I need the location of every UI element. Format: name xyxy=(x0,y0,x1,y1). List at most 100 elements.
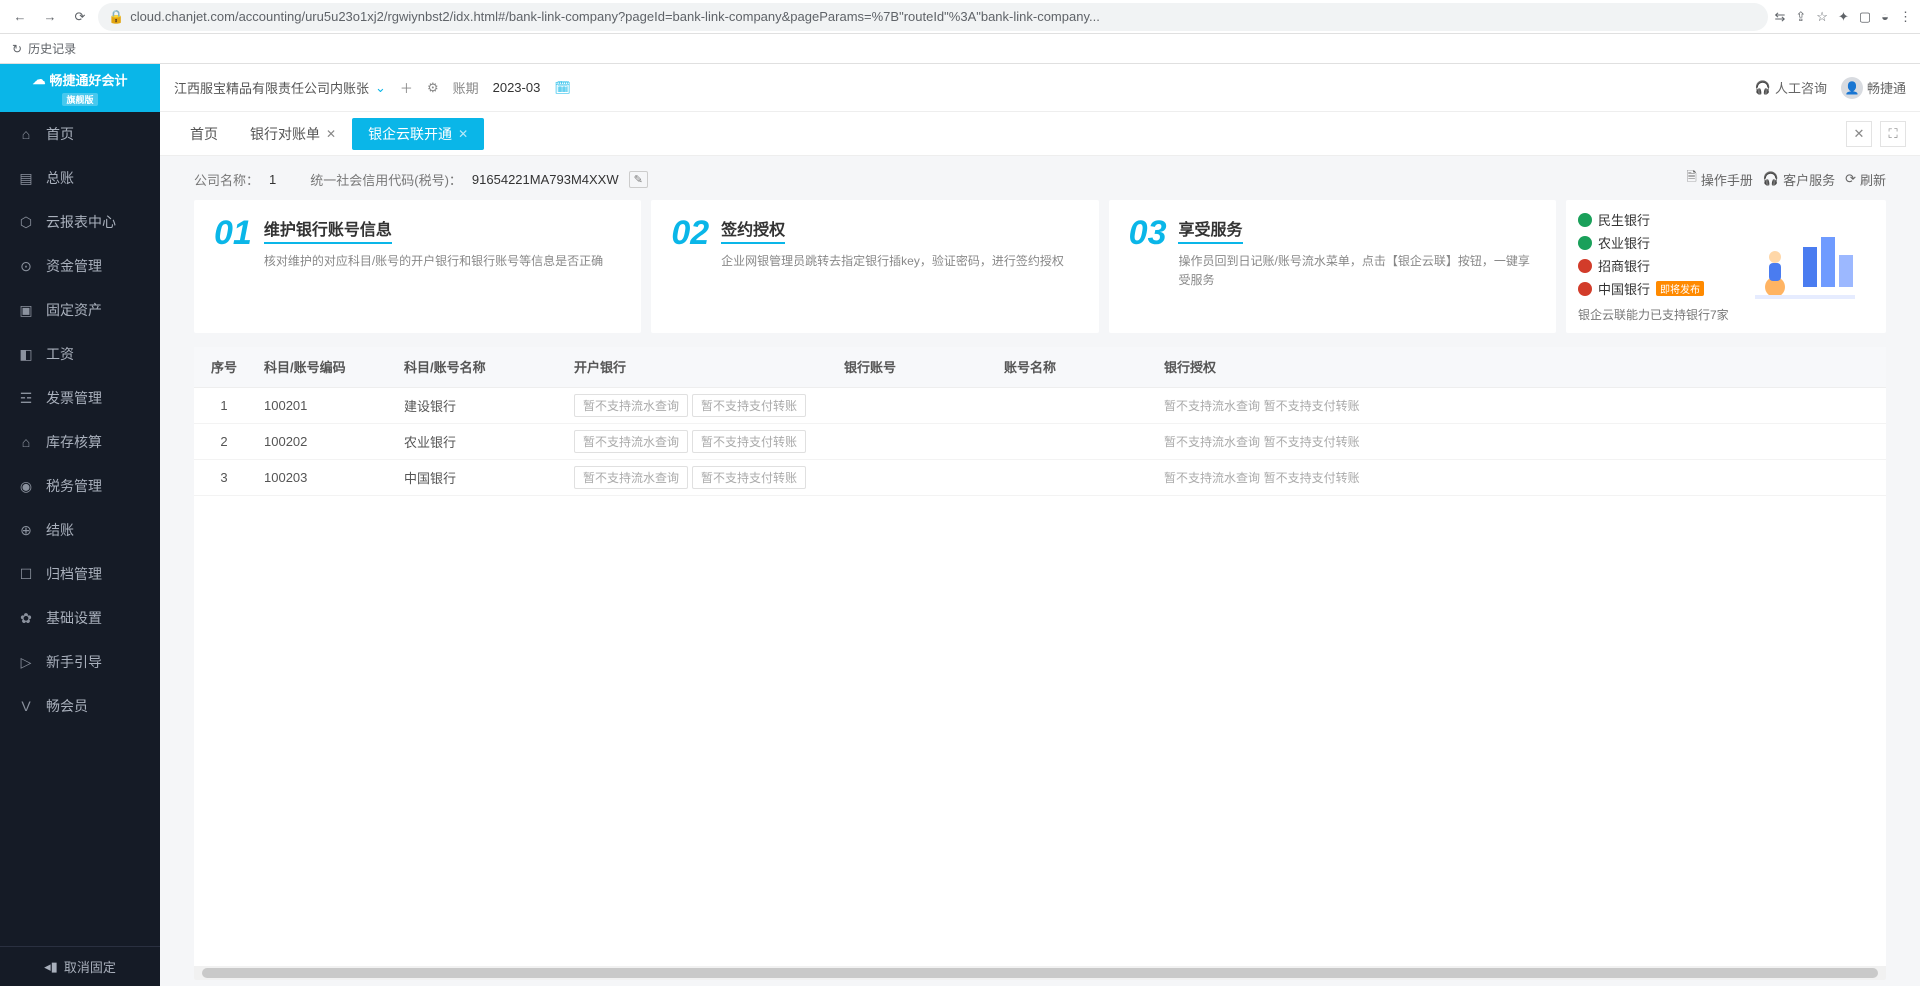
menu-icon: ◉ xyxy=(18,478,34,495)
cell-name: 中国银行 xyxy=(394,460,564,496)
calendar-icon[interactable]: 🗓 xyxy=(554,80,571,96)
bank-name: 招商银行 xyxy=(1598,256,1650,275)
sidebar-unpin[interactable]: ◂▮ 取消固定 xyxy=(0,946,160,986)
page-tabs: 首页银行对账单✕银企云联开通✕ ✕ ⛶ xyxy=(160,112,1920,156)
menu-icon[interactable]: ⋮ xyxy=(1899,9,1912,25)
logo-title: 畅捷通好会计 xyxy=(49,70,127,89)
cell-index: 2 xyxy=(194,424,254,460)
cell-account xyxy=(834,424,994,460)
translate-icon[interactable]: ⇆ xyxy=(1774,9,1785,25)
cell-code: 100201 xyxy=(254,388,394,424)
tab[interactable]: 首页 xyxy=(174,118,234,150)
cell-bank: 暂不支持流水查询暂不支持支付转账 xyxy=(564,388,834,424)
sidebar-item[interactable]: ◧工资 xyxy=(0,332,160,376)
tab-close[interactable]: ✕ xyxy=(458,127,468,141)
step-number: 01 xyxy=(214,216,252,317)
cell-auth: 暂不支持流水查询 暂不支持支付转账 xyxy=(1154,388,1886,424)
menu-icon: ☲ xyxy=(18,390,34,407)
service-icon: 🎧 xyxy=(1763,171,1779,187)
cell-name: 农业银行 xyxy=(394,424,564,460)
cell-index: 3 xyxy=(194,460,254,496)
tab-close[interactable]: ✕ xyxy=(326,127,336,141)
menu-icon: ◧ xyxy=(18,346,34,363)
menu-label: 库存核算 xyxy=(46,432,102,452)
panel-icon[interactable]: ▢ xyxy=(1859,9,1871,25)
credit-value: 91654221MA793M4XXW xyxy=(472,172,619,187)
bank-row: 民生银行 xyxy=(1578,210,1729,229)
sidebar-item[interactable]: ⌂首页 xyxy=(0,112,160,156)
doc-icon: 🗎 xyxy=(1686,168,1696,190)
history-icon[interactable]: ↻ xyxy=(12,42,22,56)
extensions-icon[interactable]: ✦ xyxy=(1838,9,1849,25)
fullscreen-toggle[interactable]: ⛶ xyxy=(1880,121,1906,147)
cell-auth: 暂不支持流水查询 暂不支持支付转账 xyxy=(1154,460,1886,496)
bank-icon xyxy=(1578,282,1592,296)
sidebar-menu: ⌂首页▤总账⬡云报表中心⊙资金管理▣固定资产◧工资☲发票管理⌂库存核算◉税务管理… xyxy=(0,112,160,946)
service-link[interactable]: 🎧 客户服务 xyxy=(1763,170,1835,189)
horizontal-scrollbar[interactable] xyxy=(194,966,1886,980)
bank-icon xyxy=(1578,213,1592,227)
user-menu[interactable]: 👤 畅捷通 xyxy=(1841,77,1906,99)
edit-credit-button[interactable]: ✎ xyxy=(629,171,648,188)
address-bar[interactable]: 🔒 cloud.chanjet.com/accounting/uru5u23o1… xyxy=(98,3,1768,31)
add-button[interactable]: ＋ xyxy=(400,78,413,97)
period-label: 账期 xyxy=(453,78,479,97)
app-logo[interactable]: ☁ 畅捷通好会计 旗舰版 xyxy=(0,64,160,112)
menu-label: 新手引导 xyxy=(46,652,102,672)
browser-actions: ⇆ ⇪ ☆ ✦ ▢ ◒ ⋮ xyxy=(1774,9,1912,25)
support-link[interactable]: 🎧 人工咨询 xyxy=(1755,78,1827,97)
bank-row: 中国银行即将发布 xyxy=(1578,279,1729,298)
bank-name: 民生银行 xyxy=(1598,210,1650,229)
sidebar-item[interactable]: V畅会员 xyxy=(0,684,160,728)
sidebar-item[interactable]: ⬡云报表中心 xyxy=(0,200,160,244)
star-icon[interactable]: ☆ xyxy=(1816,9,1828,25)
menu-label: 总账 xyxy=(46,168,74,188)
sidebar-item[interactable]: ⊕结账 xyxy=(0,508,160,552)
table-header: 科目/账号名称 xyxy=(394,347,564,387)
sidebar-item[interactable]: ▷新手引导 xyxy=(0,640,160,684)
table-row: 3100203中国银行暂不支持流水查询暂不支持支付转账暂不支持流水查询 暂不支持… xyxy=(194,460,1886,496)
menu-icon: ⊙ xyxy=(18,258,34,275)
refresh-icon: ⟳ xyxy=(1845,171,1856,187)
banks-footer: 银企云联能力已支持银行7家 xyxy=(1578,306,1729,323)
bookmark-history[interactable]: 历史记录 xyxy=(28,40,76,57)
step-number: 03 xyxy=(1129,216,1167,317)
profile-icon[interactable]: ◒ xyxy=(1881,9,1889,24)
table-header: 账号名称 xyxy=(994,347,1154,387)
menu-label: 发票管理 xyxy=(46,388,102,408)
scroll-thumb[interactable] xyxy=(202,968,1878,978)
sidebar-item[interactable]: ✿基础设置 xyxy=(0,596,160,640)
bank-tag: 即将发布 xyxy=(1656,281,1704,296)
company-selector[interactable]: 江西服宝精品有限责任公司内账张 ⌄ xyxy=(174,78,386,97)
steps-row: 01维护银行账号信息核对维护的对应科目/账号的开户银行和银行账号等信息是否正确0… xyxy=(194,200,1886,333)
refresh-link[interactable]: ⟳ 刷新 xyxy=(1845,170,1886,189)
tab[interactable]: 银企云联开通✕ xyxy=(352,118,484,150)
menu-icon: ▤ xyxy=(18,170,34,187)
user-name: 畅捷通 xyxy=(1867,78,1906,97)
back-button[interactable]: ← xyxy=(8,5,32,29)
sidebar-item[interactable]: ☲ 发票管理 xyxy=(0,376,160,420)
company-label: 公司名称： xyxy=(194,170,259,189)
manual-link[interactable]: 🗎 操作手册 xyxy=(1686,168,1752,190)
sidebar-item[interactable]: ⊙资金管理 xyxy=(0,244,160,288)
pill-flow: 暂不支持流水查询 xyxy=(574,466,688,489)
sidebar-item[interactable]: ▣固定资产 xyxy=(0,288,160,332)
sidebar-item[interactable]: ☐归档管理 xyxy=(0,552,160,596)
table-header: 银行账号 xyxy=(834,347,994,387)
step-title: 享受服务 xyxy=(1178,216,1242,244)
sidebar-item[interactable]: ▤ 总账 xyxy=(0,156,160,200)
reload-button[interactable]: ⟳ xyxy=(68,5,92,29)
tab[interactable]: 银行对账单✕ xyxy=(234,118,352,150)
sidebar-item[interactable]: ◉税务管理 xyxy=(0,464,160,508)
bank-name: 农业银行 xyxy=(1598,233,1650,252)
cell-account xyxy=(834,460,994,496)
settings-button[interactable]: ⚙ xyxy=(427,80,439,96)
forward-button[interactable]: → xyxy=(38,5,62,29)
pill-pay: 暂不支持支付转账 xyxy=(692,466,806,489)
share-icon[interactable]: ⇪ xyxy=(1795,9,1806,25)
step-desc: 核对维护的对应科目/账号的开户银行和银行账号等信息是否正确 xyxy=(264,252,622,271)
sidebar: ☁ 畅捷通好会计 旗舰版 ⌂首页 ▤ 总账 ⬡云报表中心⊙资金管理▣固定资产◧工资 ☲ 发… xyxy=(0,64,160,986)
menu-icon: ⌂ xyxy=(18,126,34,142)
close-all-tabs[interactable]: ✕ xyxy=(1846,121,1872,147)
sidebar-item[interactable]: ⌂库存核算 xyxy=(0,420,160,464)
